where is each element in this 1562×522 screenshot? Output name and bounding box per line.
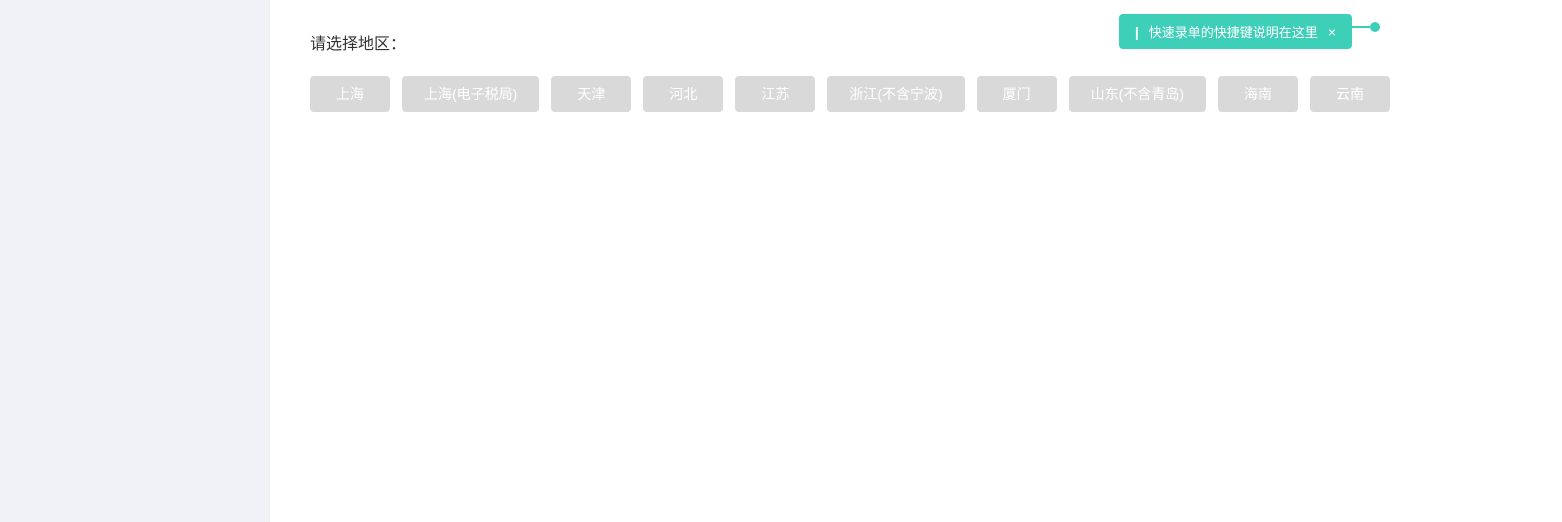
region-button-zhejiang[interactable]: 浙江(不含宁波) [827, 76, 964, 112]
region-button-xiamen[interactable]: 厦门 [977, 76, 1057, 112]
region-button-hebei[interactable]: 河北 [643, 76, 723, 112]
tooltip-text: 快速录单的快捷键说明在这里 [1149, 22, 1318, 41]
tooltip-close-button[interactable]: × [1328, 25, 1336, 39]
left-sidebar [0, 0, 270, 522]
tooltip-dot [1370, 22, 1380, 32]
region-button-hainan[interactable]: 海南 [1218, 76, 1298, 112]
region-button-tianjin[interactable]: 天津 [551, 76, 631, 112]
region-button-shanghai-etax[interactable]: 上海(电子税局) [402, 76, 539, 112]
region-button-jiangsu[interactable]: 江苏 [735, 76, 815, 112]
region-button-shandong[interactable]: 山东(不含青岛) [1069, 76, 1206, 112]
main-content: 请选择地区： 上海上海(电子税局)天津河北江苏浙江(不含宁波)厦门山东(不含青岛… [270, 0, 1562, 522]
region-buttons: 上海上海(电子税局) 天津河北江苏浙江(不含宁波) 厦门山东(不含青岛) 海南云南 [310, 76, 1522, 112]
tooltip-banner: 快速录单的快捷键说明在这里 × [1119, 14, 1352, 49]
tooltip-line [1352, 26, 1370, 28]
region-button-shanghai[interactable]: 上海 [310, 76, 390, 112]
region-button-yunnan[interactable]: 云南 [1310, 76, 1390, 112]
